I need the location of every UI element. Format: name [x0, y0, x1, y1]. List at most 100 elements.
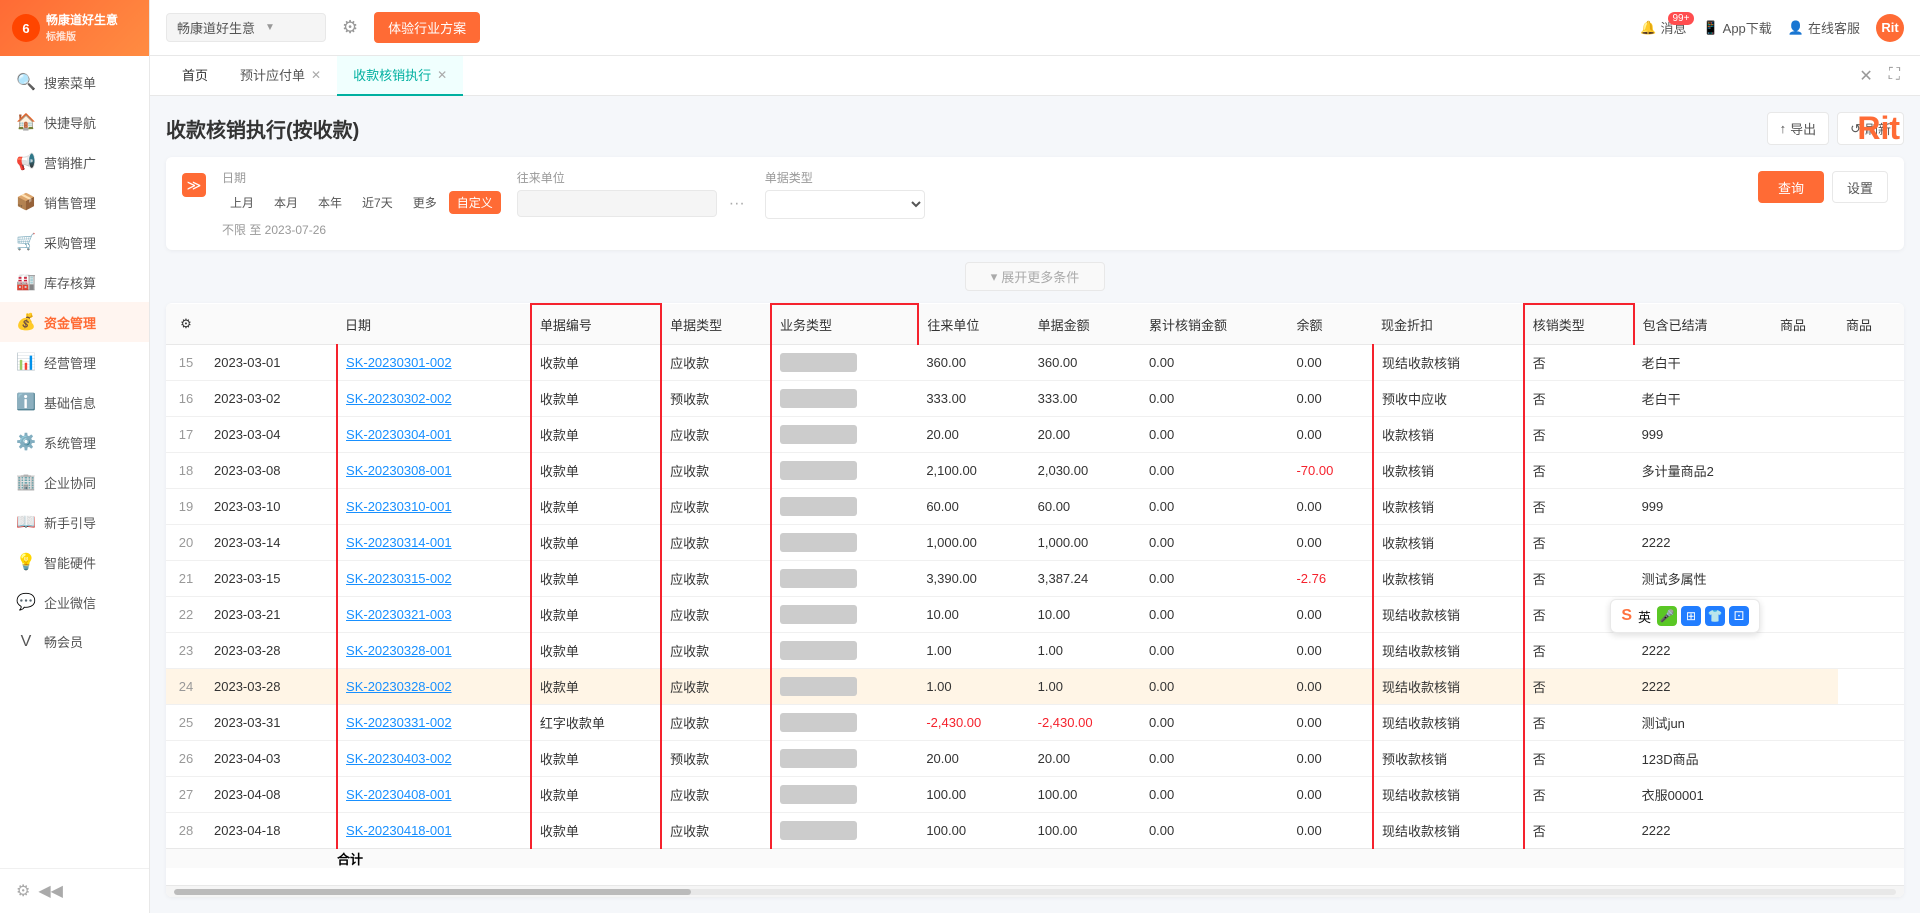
sidebar-item-purchase[interactable]: 🛒 采购管理: [0, 222, 149, 262]
table-row[interactable]: 23 2023-03-28 SK-20230328-001 收款单 应收款 ██…: [166, 633, 1904, 669]
table-row[interactable]: 27 2023-04-08 SK-20230408-001 收款单 应收款 ██…: [166, 777, 1904, 813]
sidebar-item-base[interactable]: ℹ️ 基础信息: [0, 382, 149, 422]
date-tab-this-year[interactable]: 本年: [310, 190, 350, 215]
col-cash-discount[interactable]: 现金折扣: [1373, 304, 1524, 345]
sidebar-item-operation[interactable]: 📊 经营管理: [0, 342, 149, 382]
table-row[interactable]: 19 2023-03-10 SK-20230310-001 收款单 应收款 ██…: [166, 489, 1904, 525]
cell-doc-no[interactable]: SK-20230408-001: [337, 777, 531, 813]
query-button[interactable]: 查询: [1758, 171, 1824, 203]
cell-doc-no[interactable]: SK-20230328-001: [337, 633, 531, 669]
cell-doc-no[interactable]: SK-20230304-001: [337, 417, 531, 453]
sidebar-item-inventory[interactable]: 🏭 库存核算: [0, 262, 149, 302]
avatar[interactable]: Rit: [1876, 14, 1904, 42]
sidebar-item-member[interactable]: V 畅会员: [0, 622, 149, 661]
table-row[interactable]: 25 2023-03-31 SK-20230331-002 红字收款单 应收款 …: [166, 705, 1904, 741]
table-row[interactable]: 18 2023-03-08 SK-20230308-001 收款单 应收款 ██…: [166, 453, 1904, 489]
col-include-settled[interactable]: 包含已结清: [1634, 304, 1772, 345]
col-verify-type[interactable]: 核销类型: [1524, 304, 1634, 345]
cell-doc-no[interactable]: SK-20230315-002: [337, 561, 531, 597]
col-date[interactable]: 日期: [337, 304, 531, 345]
sidebar-item-marketing[interactable]: 📢 营销推广: [0, 142, 149, 182]
table-row[interactable]: 22 2023-03-21 SK-20230321-003 收款单 应收款 ██…: [166, 597, 1904, 633]
expand-more-button[interactable]: ▾ 展开更多条件: [965, 262, 1105, 291]
col-partner[interactable]: 往来单位: [918, 304, 1029, 345]
cell-doc-no[interactable]: SK-20230302-002: [337, 381, 531, 417]
cell-doc-no[interactable]: SK-20230314-001: [337, 525, 531, 561]
table-row[interactable]: 21 2023-03-15 SK-20230315-002 收款单 应收款 ██…: [166, 561, 1904, 597]
cell-doc-no[interactable]: SK-20230308-001: [337, 453, 531, 489]
cell-doc-no[interactable]: SK-20230321-003: [337, 597, 531, 633]
sidebar-item-guide[interactable]: 📖 新手引导: [0, 502, 149, 542]
table-row[interactable]: 16 2023-03-02 SK-20230302-002 收款单 预收款 ██…: [166, 381, 1904, 417]
table-row[interactable]: 28 2023-04-18 SK-20230418-001 收款单 应收款 ██…: [166, 813, 1904, 849]
sidebar-item-quick-nav[interactable]: 🏠 快捷导航: [0, 102, 149, 142]
cell-goods2: [1772, 345, 1838, 381]
table-scroll[interactable]: ⚙ 日期 单据编号 单据类型 业务类型 往来单位 单据金额 累计核销金额 余额 …: [166, 303, 1904, 885]
sidebar-item-enterprise[interactable]: 🏢 企业协同: [0, 462, 149, 502]
col-biz-type[interactable]: 业务类型: [771, 304, 918, 345]
col-goods[interactable]: 商品: [1772, 304, 1838, 345]
cell-doc-no[interactable]: SK-20230310-001: [337, 489, 531, 525]
setting-button[interactable]: 设置: [1832, 171, 1888, 203]
col-doc-type[interactable]: 单据类型: [661, 304, 771, 345]
col-doc-no[interactable]: 单据编号: [531, 304, 661, 345]
cell-goods2: [1772, 453, 1838, 489]
col-settings[interactable]: ⚙: [166, 304, 206, 345]
date-tab-more[interactable]: 更多: [405, 190, 445, 215]
export-icon: ↑: [1780, 121, 1787, 136]
sidebar-item-system[interactable]: ⚙️ 系统管理: [0, 422, 149, 462]
cell-cash-discount: 0.00: [1288, 381, 1373, 417]
partner-input[interactable]: [517, 190, 717, 217]
col-amount[interactable]: 单据金额: [1030, 304, 1141, 345]
cell-doc-no[interactable]: SK-20230331-002: [337, 705, 531, 741]
tab-receivable-close-icon[interactable]: ✕: [437, 68, 447, 82]
cell-seq: 27: [166, 777, 206, 813]
date-tab-7days[interactable]: 近7天: [354, 190, 401, 215]
date-tab-last-month[interactable]: 上月: [222, 190, 262, 215]
scrollbar-track[interactable]: [174, 889, 1896, 895]
solution-button[interactable]: 体验行业方案: [374, 12, 480, 43]
filter-actions: 查询 设置: [1758, 169, 1888, 203]
tab-expand-icon[interactable]: ⛶: [1885, 62, 1904, 90]
col-balance[interactable]: 余额: [1288, 304, 1373, 345]
sidebar-item-wechat[interactable]: 💬 企业微信: [0, 582, 149, 622]
notification-button[interactable]: 🔔 消息 99+: [1640, 18, 1686, 37]
table-row[interactable]: 17 2023-03-04 SK-20230304-001 收款单 应收款 ██…: [166, 417, 1904, 453]
date-tab-this-month[interactable]: 本月: [266, 190, 306, 215]
tab-prepay-close-icon[interactable]: ✕: [311, 68, 321, 82]
filter-expand-button[interactable]: ≫: [182, 173, 206, 197]
date-tabs: 上月 本月 本年 近7天 更多 自定义: [222, 190, 501, 215]
online-service-button[interactable]: 👤 在线客服: [1788, 18, 1860, 37]
rit-label: Rit: [1857, 110, 1900, 147]
tab-receivable-exec[interactable]: 收款核销执行 ✕: [337, 56, 463, 96]
cell-doc-no[interactable]: SK-20230328-002: [337, 669, 531, 705]
table-row[interactable]: 26 2023-04-03 SK-20230403-002 收款单 预收款 ██…: [166, 741, 1904, 777]
tab-prepay-orders[interactable]: 预计应付单 ✕: [224, 56, 337, 96]
cell-doc-no[interactable]: SK-20230418-001: [337, 813, 531, 849]
sidebar-collapse-icon[interactable]: ◀◀: [38, 881, 63, 901]
tab-home[interactable]: 首页: [166, 56, 224, 96]
sidebar-item-hardware[interactable]: 💡 智能硬件: [0, 542, 149, 582]
sidebar-item-sales[interactable]: 📦 销售管理: [0, 182, 149, 222]
export-button[interactable]: ↑ 导出: [1767, 112, 1830, 145]
sidebar-item-search[interactable]: 🔍 搜索菜单: [0, 62, 149, 102]
cell-doc-no[interactable]: SK-20230403-002: [337, 741, 531, 777]
workspace-selector[interactable]: 畅康道好生意 ▼: [166, 13, 326, 42]
sidebar-item-capital[interactable]: 💰 资金管理: [0, 302, 149, 342]
table-row[interactable]: 15 2023-03-01 SK-20230301-002 收款单 应收款 ██…: [166, 345, 1904, 381]
table-scrollbar[interactable]: [166, 885, 1904, 897]
tabbar: 首页 预计应付单 ✕ 收款核销执行 ✕ ✕ ⛶: [150, 56, 1920, 96]
app-download-button[interactable]: 📱 App下载: [1702, 18, 1771, 37]
col-verified[interactable]: 累计核销金额: [1141, 304, 1289, 345]
sidebar-settings-icon[interactable]: ⚙: [16, 881, 30, 901]
doc-type-select[interactable]: [765, 190, 925, 219]
tab-close-all-icon[interactable]: ✕: [1855, 62, 1876, 90]
table-row[interactable]: 24 2023-03-28 SK-20230328-002 收款单 应收款 ██…: [166, 669, 1904, 705]
table-row[interactable]: 20 2023-03-14 SK-20230314-001 收款单 应收款 ██…: [166, 525, 1904, 561]
cell-doc-no[interactable]: SK-20230301-002: [337, 345, 531, 381]
partner-more-icon[interactable]: ···: [725, 195, 749, 213]
col-goods2[interactable]: 商品: [1838, 304, 1904, 345]
cell-doc-type: 收款单: [531, 345, 661, 381]
date-tab-custom[interactable]: 自定义: [449, 191, 501, 214]
topbar-gear-icon[interactable]: ⚙: [338, 13, 362, 42]
